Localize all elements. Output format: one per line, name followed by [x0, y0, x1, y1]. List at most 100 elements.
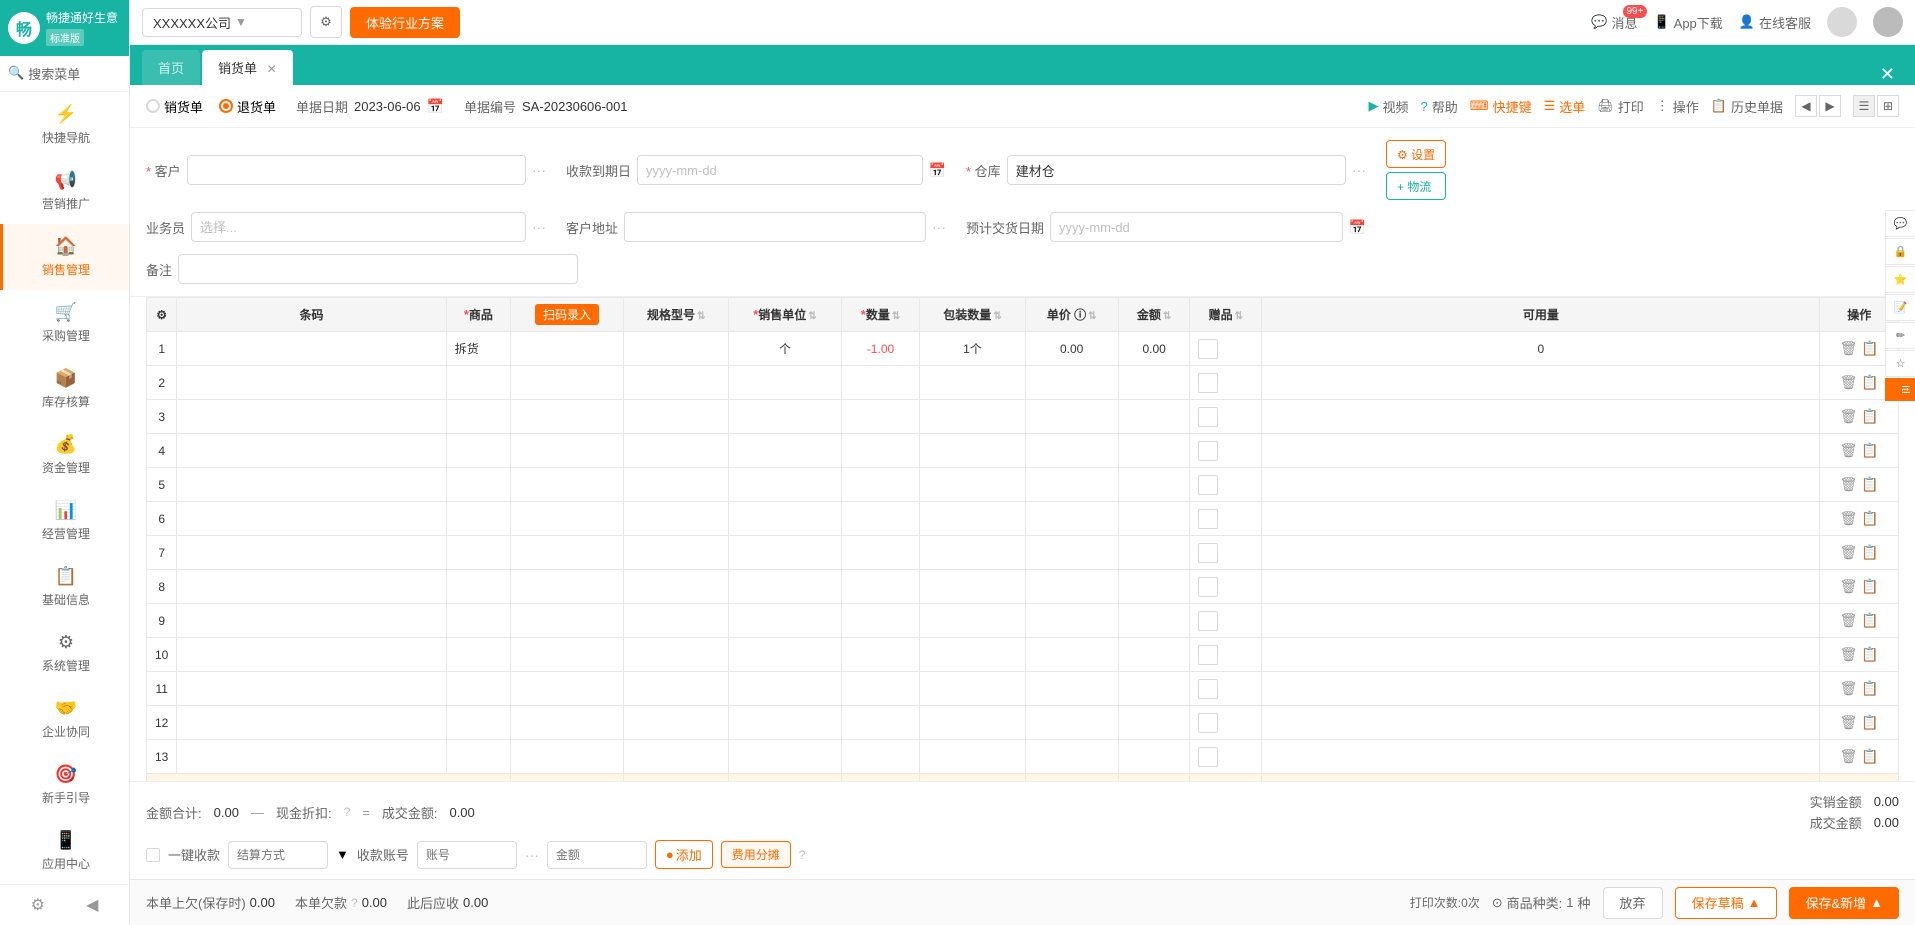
collapse-icon[interactable]: ◀: [86, 895, 98, 915]
row-pack-qty-8[interactable]: [920, 570, 1025, 604]
expense-btn[interactable]: 费用分摊: [721, 841, 791, 868]
row-spec-9[interactable]: [624, 604, 729, 638]
row-spec-5[interactable]: [624, 468, 729, 502]
row-amount-10[interactable]: [1118, 638, 1190, 672]
delete-icon-8[interactable]: 🗑: [1840, 578, 1858, 595]
warehouse-input[interactable]: [1007, 155, 1346, 185]
date-calendar-icon[interactable]: 📅: [427, 98, 444, 115]
gift-checkbox-3[interactable]: [1198, 407, 1218, 427]
row-product-13[interactable]: [446, 740, 510, 774]
sidebar-item-base[interactable]: 📋 基础信息: [0, 554, 129, 620]
avatar[interactable]: [1827, 7, 1857, 37]
customer-address-input[interactable]: [624, 212, 926, 242]
row-product-8[interactable]: [446, 570, 510, 604]
right-btn-lock[interactable]: 🔒: [1885, 238, 1915, 265]
row-product-3[interactable]: [446, 400, 510, 434]
row-quantity-10[interactable]: [841, 638, 920, 672]
row-unit-6[interactable]: [729, 502, 841, 536]
row-pack-qty-4[interactable]: [920, 434, 1025, 468]
row-pack-qty-13[interactable]: [920, 740, 1025, 774]
row-quantity-1[interactable]: -1.00: [841, 332, 920, 366]
delete-icon-1[interactable]: 🗑: [1840, 340, 1858, 357]
gift-checkbox-6[interactable]: [1198, 509, 1218, 529]
row-spec-8[interactable]: [624, 570, 729, 604]
right-btn-edit[interactable]: ✏: [1885, 322, 1915, 349]
row-quantity-7[interactable]: [841, 536, 920, 570]
row-product-6[interactable]: [446, 502, 510, 536]
row-gift-9[interactable]: [1190, 604, 1262, 638]
sidebar-search[interactable]: 🔍 搜索菜单: [0, 56, 129, 92]
row-pack-qty-2[interactable]: [920, 366, 1025, 400]
tool-help[interactable]: ? 帮助: [1421, 97, 1458, 116]
row-spec-2[interactable]: [624, 366, 729, 400]
row-pack-qty-7[interactable]: [920, 536, 1025, 570]
delete-icon-7[interactable]: 🗑: [1840, 544, 1858, 561]
settings-action-btn[interactable]: ⚙ 设置: [1386, 140, 1446, 168]
delete-icon-11[interactable]: 🗑: [1840, 680, 1858, 697]
row-spec-10[interactable]: [624, 638, 729, 672]
gift-checkbox-9[interactable]: [1198, 611, 1218, 631]
tab-home[interactable]: 首页: [142, 50, 200, 85]
customer-input[interactable]: [187, 155, 526, 185]
right-btn-msg[interactable]: 💬: [1885, 210, 1915, 237]
row-spec-12[interactable]: [624, 706, 729, 740]
row-amount-9[interactable]: [1118, 604, 1190, 638]
delete-icon-5[interactable]: 🗑: [1840, 476, 1858, 493]
row-spec-11[interactable]: [624, 672, 729, 706]
row-barcode-13[interactable]: [177, 740, 446, 774]
delete-icon-3[interactable]: 🗑: [1840, 408, 1858, 425]
row-pack-qty-10[interactable]: [920, 638, 1025, 672]
copy-icon-12[interactable]: 📋: [1861, 714, 1878, 731]
row-pack-qty-5[interactable]: [920, 468, 1025, 502]
sidebar-item-system[interactable]: ⚙ 系统管理: [0, 620, 129, 686]
account-dots-icon[interactable]: ···: [525, 847, 539, 863]
right-btn-itl[interactable]: Itl: [1885, 378, 1915, 401]
radio-sales-order[interactable]: 销货单: [146, 97, 203, 116]
tool-shortcut[interactable]: ⌨ 快捷键: [1470, 97, 1532, 116]
row-unit-price-5[interactable]: [1025, 468, 1118, 502]
copy-icon-11[interactable]: 📋: [1861, 680, 1878, 697]
row-unit-12[interactable]: [729, 706, 841, 740]
tool-history[interactable]: 📋 历史单据: [1711, 97, 1783, 116]
delete-icon-2[interactable]: 🗑: [1840, 374, 1858, 391]
due-date-calendar-icon[interactable]: 📅: [929, 162, 946, 179]
settings-footer-icon[interactable]: ⚙: [31, 895, 45, 915]
due-date-input[interactable]: [637, 155, 923, 185]
th-settings[interactable]: ⚙: [147, 298, 177, 332]
row-quantity-13[interactable]: [841, 740, 920, 774]
row-gift-13[interactable]: [1190, 740, 1262, 774]
row-pack-qty-12[interactable]: [920, 706, 1025, 740]
row-unit-price-11[interactable]: [1025, 672, 1118, 706]
delete-icon-13[interactable]: 🗑: [1840, 748, 1858, 765]
save-new-btn[interactable]: 保存&新增 ▲: [1789, 887, 1899, 919]
row-spec-3[interactable]: [624, 400, 729, 434]
row-product-7[interactable]: [446, 536, 510, 570]
row-barcode-10[interactable]: [177, 638, 446, 672]
row-spec-1[interactable]: [624, 332, 729, 366]
sidebar-item-enterprise[interactable]: 🤝 企业协同: [0, 686, 129, 752]
account-input[interactable]: [417, 841, 517, 869]
sidebar-item-app-center[interactable]: 📱 应用中心: [0, 818, 129, 884]
row-spec-13[interactable]: [624, 740, 729, 774]
row-pack-qty-11[interactable]: [920, 672, 1025, 706]
company-selector[interactable]: XXXXXX公司 ▼: [142, 8, 302, 37]
sidebar-item-operation[interactable]: 📊 经营管理: [0, 488, 129, 554]
expected-delivery-input[interactable]: [1050, 212, 1343, 242]
row-spec-4[interactable]: [624, 434, 729, 468]
settlement-input[interactable]: [228, 841, 328, 869]
row-quantity-2[interactable]: [841, 366, 920, 400]
row-barcode-2[interactable]: [177, 366, 446, 400]
row-amount-5[interactable]: [1118, 468, 1190, 502]
copy-icon-1[interactable]: 📋: [1861, 340, 1878, 357]
right-btn-fav[interactable]: ☆: [1885, 350, 1915, 377]
gift-checkbox-12[interactable]: [1198, 713, 1218, 733]
row-quantity-5[interactable]: [841, 468, 920, 502]
amount-input[interactable]: [547, 841, 647, 869]
row-product-10[interactable]: [446, 638, 510, 672]
tool-video[interactable]: ▶ 视频: [1369, 97, 1409, 116]
delete-icon-9[interactable]: 🗑: [1840, 612, 1858, 629]
row-pack-qty-3[interactable]: [920, 400, 1025, 434]
row-amount-1[interactable]: 0.00: [1118, 332, 1190, 366]
tab-sales-order[interactable]: 销货单 ✕: [202, 50, 293, 85]
row-spec-7[interactable]: [624, 536, 729, 570]
